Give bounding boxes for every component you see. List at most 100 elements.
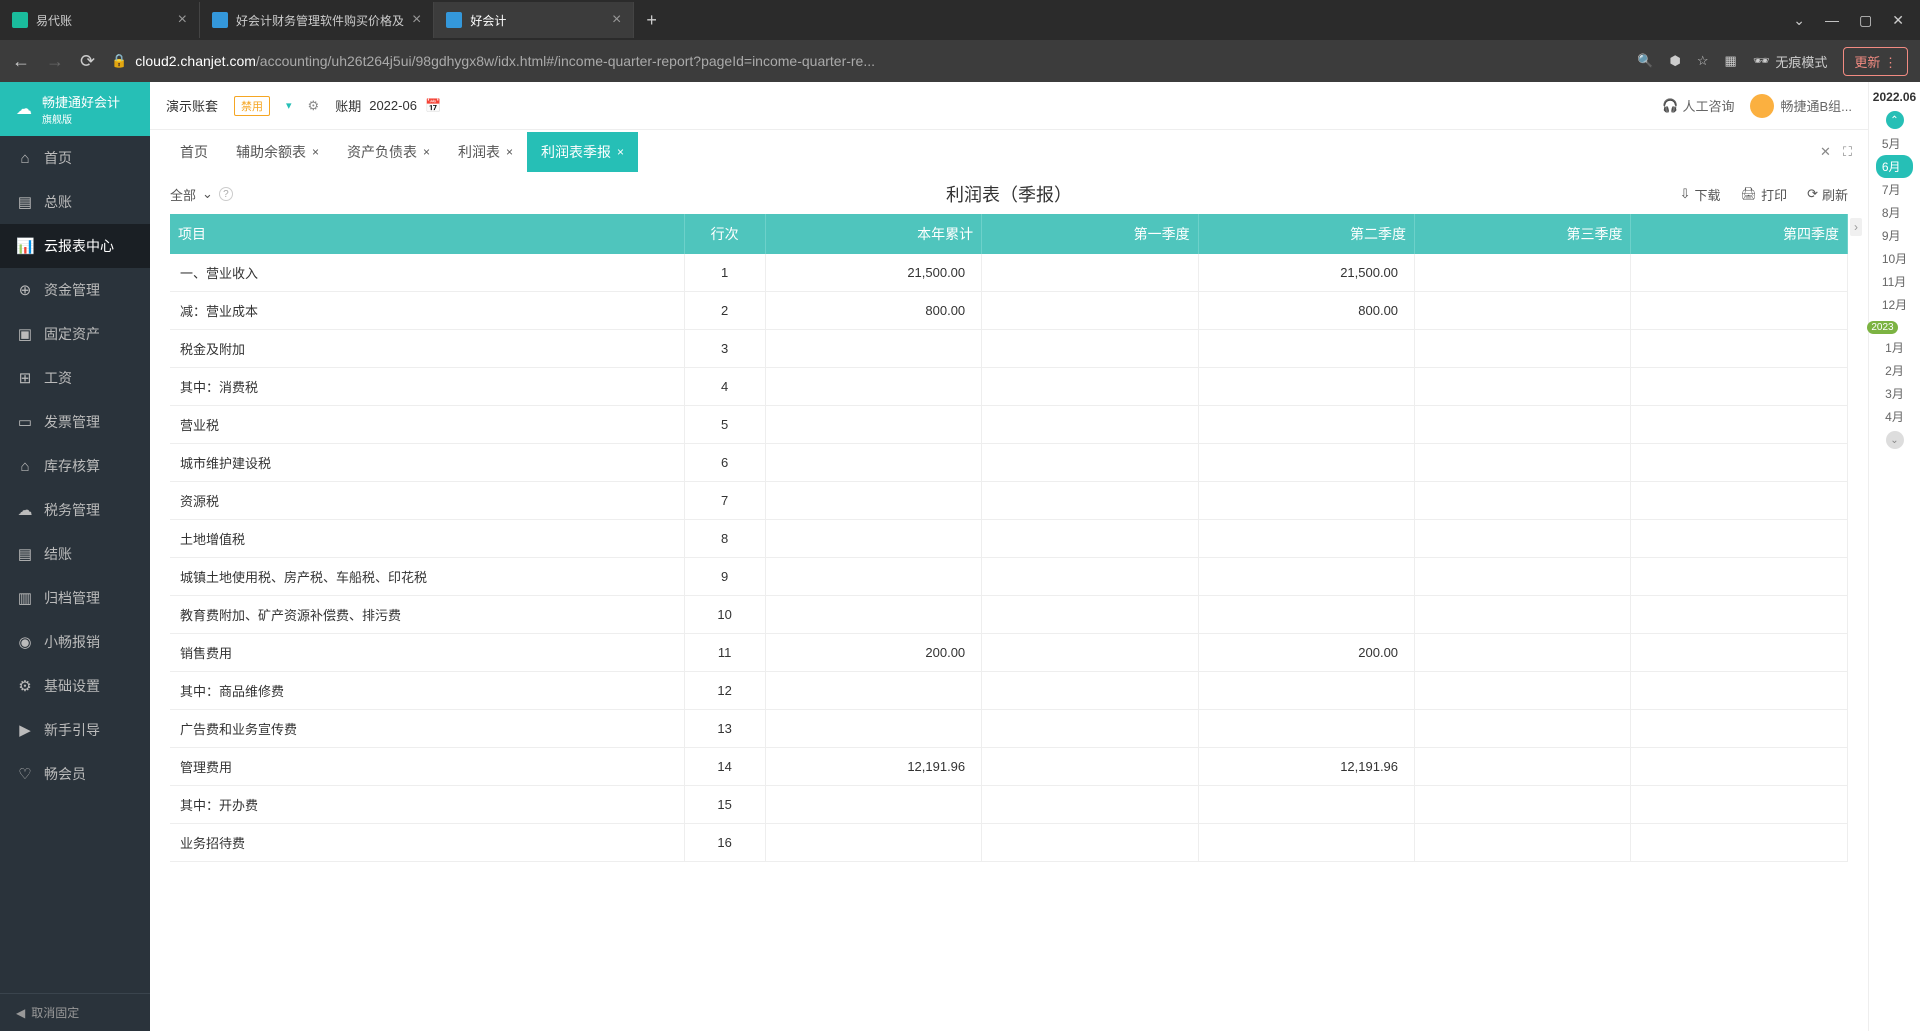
page-tab[interactable]: 利润表季报× — [527, 132, 638, 172]
period-value[interactable]: 2022-06 — [369, 98, 417, 113]
scroll-right-hint[interactable]: › — [1850, 218, 1862, 236]
gear-icon[interactable]: ⚙ — [308, 98, 320, 114]
update-button[interactable]: 更新 ⋮ — [1843, 47, 1908, 76]
account-name[interactable]: 演示账套 — [166, 96, 218, 115]
table-cell — [1631, 406, 1848, 444]
tab-close-icon[interactable]: × — [412, 11, 421, 29]
rail-month[interactable]: 9月 — [1876, 224, 1913, 247]
chevron-down-icon[interactable]: ⌄ — [1793, 12, 1805, 29]
rail-year[interactable]: 2022.06 — [1873, 90, 1916, 104]
refresh-button[interactable]: ⟳刷新 — [1807, 185, 1848, 204]
bookmark-icon[interactable]: ☆ — [1697, 53, 1709, 69]
filter-select[interactable]: 全部 ⌄ ? — [170, 185, 233, 204]
rail-month[interactable]: 1月 — [1879, 336, 1910, 359]
table-row[interactable]: 广告费和业务宣传费13 — [170, 710, 1848, 748]
table-row[interactable]: 营业税5 — [170, 406, 1848, 444]
sidebar-item[interactable]: ⌂首页 — [0, 136, 150, 180]
rail-month[interactable]: 10月 — [1876, 247, 1913, 270]
user-menu[interactable]: 畅捷通B组... — [1750, 94, 1852, 118]
rail-month[interactable]: 6月 — [1876, 155, 1913, 178]
close-icon[interactable]: × — [423, 145, 430, 159]
sidebar-item[interactable]: ☁税务管理 — [0, 488, 150, 532]
address-bar[interactable]: 🔒 cloud2.chanjet.com/accounting/uh26t264… — [111, 53, 1621, 69]
download-button[interactable]: ⇩下载 — [1680, 185, 1721, 204]
help-icon[interactable]: ? — [219, 187, 233, 201]
table-row[interactable]: 教育费附加、矿产资源补偿费、排污费10 — [170, 596, 1848, 634]
sidebar-item[interactable]: ▣固定资产 — [0, 312, 150, 356]
table-row[interactable]: 管理费用1412,191.9612,191.96 — [170, 748, 1848, 786]
table-row[interactable]: 资源税7 — [170, 482, 1848, 520]
rail-month[interactable]: 11月 — [1876, 270, 1913, 293]
extensions-icon[interactable]: ⬢ — [1670, 53, 1681, 69]
new-tab-button[interactable]: + — [634, 10, 669, 31]
sidebar-unpin[interactable]: ◀ 取消固定 — [0, 993, 150, 1031]
sidebar-item[interactable]: ▤总账 — [0, 180, 150, 224]
sidebar-item[interactable]: 📊云报表中心 — [0, 224, 150, 268]
rail-month[interactable]: 2月 — [1879, 359, 1910, 382]
sidebar-item[interactable]: ▤结账 — [0, 532, 150, 576]
chevron-down-icon[interactable]: ▾ — [286, 99, 292, 112]
table-cell: 其中：消费税 — [170, 368, 684, 406]
browser-tab[interactable]: 易代账× — [0, 2, 200, 38]
table-row[interactable]: 一、营业收入121,500.0021,500.00 — [170, 254, 1848, 292]
close-icon[interactable]: × — [617, 145, 624, 159]
close-all-tabs[interactable]: ✕ — [1820, 144, 1831, 160]
page-tab[interactable]: 首页 — [166, 132, 222, 172]
forward-button[interactable]: → — [46, 51, 64, 72]
table-row[interactable]: 城市维护建设税6 — [170, 444, 1848, 482]
table-row[interactable]: 销售费用11200.00200.00 — [170, 634, 1848, 672]
table-cell: 营业税 — [170, 406, 684, 444]
table-cell — [1415, 824, 1631, 862]
rail-month[interactable]: 4月 — [1879, 405, 1910, 428]
sidebar-item[interactable]: ♡畅会员 — [0, 752, 150, 796]
rail-month[interactable]: 12月 — [1876, 293, 1913, 316]
reload-button[interactable]: ⟳ — [80, 51, 95, 72]
sidebar-item[interactable]: ⊕资金管理 — [0, 268, 150, 312]
table-row[interactable]: 减：营业成本2800.00800.00 — [170, 292, 1848, 330]
table-cell — [1415, 330, 1631, 368]
rail-month[interactable]: 5月 — [1876, 132, 1913, 155]
sidebar-item[interactable]: ◉小畅报销 — [0, 620, 150, 664]
close-button[interactable]: ✕ — [1892, 12, 1904, 29]
close-icon[interactable]: × — [506, 145, 513, 159]
rail-month[interactable]: 8月 — [1876, 201, 1913, 224]
sidebar-item[interactable]: ⚙基础设置 — [0, 664, 150, 708]
page-tab[interactable]: 利润表× — [444, 132, 527, 172]
sidebar-item[interactable]: ▥归档管理 — [0, 576, 150, 620]
page-tab[interactable]: 辅助余额表× — [222, 132, 333, 172]
table-row[interactable]: 其中：商品维修费12 — [170, 672, 1848, 710]
calendar-icon[interactable]: 📅 — [425, 98, 441, 114]
sidebar-item[interactable]: ⌂库存核算 — [0, 444, 150, 488]
search-icon[interactable]: 🔍 — [1637, 53, 1653, 69]
sidebar-item[interactable]: ⊞工资 — [0, 356, 150, 400]
table-row[interactable]: 业务招待费16 — [170, 824, 1848, 862]
table-row[interactable]: 城镇土地使用税、房产税、车船税、印花税9 — [170, 558, 1848, 596]
tab-close-icon[interactable]: × — [178, 11, 187, 29]
minimize-button[interactable]: — — [1825, 12, 1839, 29]
page-tab[interactable]: 资产负债表× — [333, 132, 444, 172]
fullscreen-icon[interactable]: ⛶ — [1843, 144, 1852, 160]
table-row[interactable]: 税金及附加3 — [170, 330, 1848, 368]
sidebar-item[interactable]: ▶新手引导 — [0, 708, 150, 752]
print-button[interactable]: 🖨打印 — [1741, 185, 1788, 204]
apps-icon[interactable]: ▦ — [1725, 53, 1737, 69]
table-row[interactable]: 其中：开办费15 — [170, 786, 1848, 824]
sidebar-item[interactable]: ▭发票管理 — [0, 400, 150, 444]
table-row[interactable]: 其中：消费税4 — [170, 368, 1848, 406]
browser-tab[interactable]: 好会计财务管理软件购买价格及× — [200, 2, 434, 38]
rail-month[interactable]: 3月 — [1879, 382, 1910, 405]
rail-month[interactable]: 7月 — [1876, 178, 1913, 201]
back-button[interactable]: ← — [12, 51, 30, 72]
browser-tab[interactable]: 好会计× — [434, 2, 634, 38]
maximize-button[interactable]: ▢ — [1859, 12, 1872, 29]
close-icon[interactable]: × — [312, 145, 319, 159]
table-cell — [982, 444, 1198, 482]
scroll-down-icon[interactable]: ⌄ — [1886, 431, 1904, 449]
support-button[interactable]: 🎧 人工咨询 — [1662, 96, 1734, 115]
table-row[interactable]: 土地增值税8 — [170, 520, 1848, 558]
logo[interactable]: ☁ 畅捷通好会计 旗舰版 — [0, 82, 150, 136]
tab-close-icon[interactable]: × — [612, 11, 621, 29]
table-cell — [982, 330, 1198, 368]
scroll-up-icon[interactable]: ⌃ — [1886, 111, 1904, 129]
disable-tag[interactable]: 禁用 — [234, 96, 270, 116]
